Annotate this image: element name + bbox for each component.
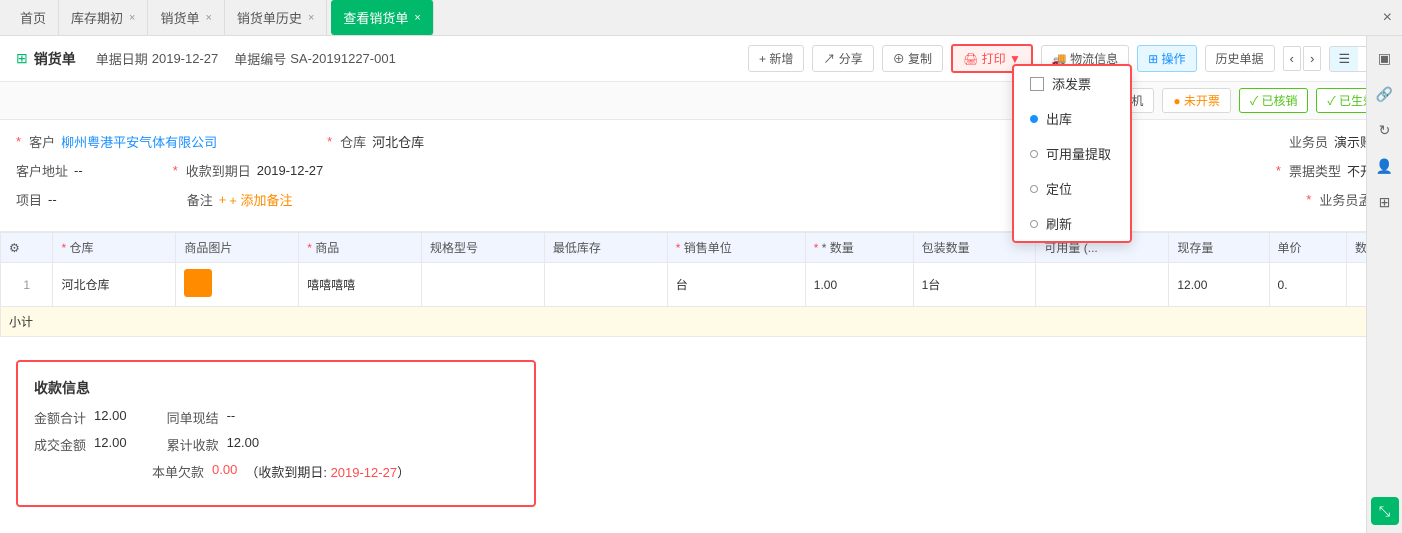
right-panel-icon-4[interactable]: 👤 bbox=[1371, 152, 1399, 180]
cell-spec bbox=[422, 263, 545, 307]
radio-selected-icon bbox=[1030, 115, 1038, 123]
col-warehouse: 仓库 bbox=[53, 233, 176, 263]
right-panel-icon-2[interactable]: 🔗 bbox=[1371, 80, 1399, 108]
payment-info-row-3: 本单欠款 0.00 （收款到期日: 2019-12-27） bbox=[34, 462, 518, 481]
col-unit-price: 单价 bbox=[1269, 233, 1347, 263]
table-header-row: ⚙ 仓库 商品图片 商品 规格型号 最低库存 销售单位 * 数量 包装数量 可用… bbox=[1, 233, 1402, 263]
payment-info-row-2: 成交金额 12.00 累计收款 12.00 bbox=[34, 435, 518, 454]
dropdown-warehouse-out[interactable]: 出库 bbox=[1014, 101, 1130, 136]
form-row-2: 客户地址 -- * 收款到期日 2019-12-27 * 票据类型 不开票 bbox=[16, 161, 1386, 180]
date-label: 单据日期 2019-12-27 bbox=[96, 49, 219, 68]
dropdown-available-extract[interactable]: 可用量提取 bbox=[1014, 136, 1130, 171]
doc-title: 销货单 bbox=[34, 49, 76, 69]
tab-view-sales[interactable]: 查看销货单 × bbox=[331, 0, 433, 35]
data-table: ⚙ 仓库 商品图片 商品 规格型号 最低库存 销售单位 * 数量 包装数量 可用… bbox=[0, 232, 1402, 337]
checkbox-icon bbox=[1030, 77, 1044, 91]
address-field: 客户地址 -- bbox=[16, 161, 83, 180]
right-panel-expand[interactable]: ⤡ bbox=[1371, 497, 1399, 525]
current-arrears-item: 本单欠款 0.00 （收款到期日: 2019-12-27） bbox=[152, 462, 410, 481]
tab-inventory-close[interactable]: × bbox=[129, 12, 135, 24]
doc-meta: 单据日期 2019-12-27 单据编号 SA-20191227-001 bbox=[96, 49, 748, 68]
document-container: ⊞ 销货单 单据日期 2019-12-27 单据编号 SA-20191227-0… bbox=[0, 36, 1402, 533]
col-min-stock: 最低库存 bbox=[544, 233, 667, 263]
cell-unit-price: 0. bbox=[1269, 263, 1347, 307]
already-sold-button[interactable]: ✓ 已核销 bbox=[1239, 88, 1309, 113]
col-unit: 销售单位 bbox=[667, 233, 805, 263]
tab-sales-history-close[interactable]: × bbox=[308, 12, 314, 24]
tab-sales-history[interactable]: 销货单历史 × bbox=[225, 0, 327, 35]
dropdown-add-invoice[interactable]: 添发票 bbox=[1014, 66, 1130, 101]
dropdown-refresh[interactable]: 刷新 bbox=[1014, 206, 1130, 241]
right-panel-icon-5[interactable]: ⊞ bbox=[1371, 188, 1399, 216]
operations-button[interactable]: ⊞ 操作 bbox=[1137, 45, 1196, 72]
cell-available bbox=[1036, 263, 1169, 307]
doc-icon: ⊞ bbox=[16, 50, 28, 67]
tab-view-sales-close[interactable]: × bbox=[414, 12, 420, 24]
right-panel-icon-1[interactable]: ▣ bbox=[1371, 44, 1399, 72]
customer-field: * 客户 柳州粤港平安气体有限公司 bbox=[16, 132, 217, 151]
cell-min-stock bbox=[544, 263, 667, 307]
table-wrapper: ⚙ 仓库 商品图片 商品 规格型号 最低库存 销售单位 * 数量 包装数量 可用… bbox=[0, 232, 1402, 352]
view-list-button[interactable]: ☰ bbox=[1330, 47, 1358, 71]
main-close-button[interactable]: × bbox=[1383, 9, 1392, 27]
tab-inventory[interactable]: 库存期初 × bbox=[59, 0, 148, 35]
cell-warehouse: 河北仓库 bbox=[53, 263, 176, 307]
cell-product: 嘻嘻嘻嘻 bbox=[299, 263, 422, 307]
subtotal-label: 小计 bbox=[1, 307, 1402, 337]
total-amount-item: 金额合计 12.00 bbox=[34, 408, 127, 427]
prev-button[interactable]: ‹ bbox=[1283, 46, 1301, 71]
note-field: 备注 + + 添加备注 bbox=[187, 190, 293, 209]
radio-icon-2 bbox=[1030, 185, 1038, 193]
payment-info-section: 收款信息 金额合计 12.00 同单现结 -- 成交金额 12.00 累计收款 … bbox=[16, 360, 536, 507]
form-row-1: * 客户 柳州粤港平安气体有限公司 * 仓库 河北仓库 业务员 演示账号 bbox=[16, 132, 1386, 151]
cell-current-stock: 12.00 bbox=[1169, 263, 1269, 307]
form-area: * 客户 柳州粤港平安气体有限公司 * 仓库 河北仓库 业务员 演示账号 客户地… bbox=[0, 120, 1402, 232]
share-button[interactable]: ↗ 分享 bbox=[812, 45, 873, 72]
tab-sales[interactable]: 销货单 × bbox=[148, 0, 224, 35]
dropdown-locate[interactable]: 定位 bbox=[1014, 171, 1130, 206]
col-settings: ⚙ bbox=[1, 233, 53, 263]
cell-quantity: 1.00 bbox=[805, 263, 913, 307]
payment-info-title: 收款信息 bbox=[34, 378, 518, 398]
form-row-3: 项目 -- 备注 + + 添加备注 * 业务员孟 -- bbox=[16, 190, 1386, 209]
subtotal-row: 小计 bbox=[1, 307, 1402, 337]
col-image: 商品图片 bbox=[176, 233, 299, 263]
not-open-ticket-button[interactable]: ● 未开票 bbox=[1162, 88, 1231, 113]
right-panel: ▣ 🔗 ↻ 👤 ⊞ ⤡ bbox=[1366, 36, 1402, 533]
operations-dropdown: 添发票 出库 可用量提取 定位 刷新 bbox=[1012, 64, 1132, 243]
doc-header: ⊞ 销货单 单据日期 2019-12-27 单据编号 SA-20191227-0… bbox=[0, 36, 1402, 82]
tab-home[interactable]: 首页 bbox=[8, 0, 59, 35]
transaction-amount-item: 成交金额 12.00 bbox=[34, 435, 127, 454]
table-row: 1 河北仓库 嘻嘻嘻嘻 台 1.00 1台 12.00 0. bbox=[1, 263, 1402, 307]
project-field: 项目 -- bbox=[16, 190, 57, 209]
second-toolbar: □ 来自手机 ● 未开票 ✓ 已核销 ✓ 已生效 bbox=[0, 82, 1402, 120]
number-label: 单据编号 SA-20191227-001 bbox=[234, 49, 396, 68]
col-current-stock: 现存量 bbox=[1169, 233, 1269, 263]
warehouse-field: * 仓库 河北仓库 bbox=[327, 132, 424, 151]
cell-unit: 台 bbox=[667, 263, 805, 307]
next-button[interactable]: › bbox=[1303, 46, 1321, 71]
cell-settings: 1 bbox=[1, 263, 53, 307]
cell-package-qty: 1台 bbox=[913, 263, 1036, 307]
col-quantity: * 数量 bbox=[805, 233, 913, 263]
same-order-settlement-item: 同单现结 -- bbox=[167, 408, 236, 427]
product-image bbox=[184, 269, 212, 297]
copy-button[interactable]: ⊕ 复制 bbox=[882, 45, 943, 72]
cumulative-payment-item: 累计收款 12.00 bbox=[167, 435, 260, 454]
col-product: 商品 bbox=[299, 233, 422, 263]
payment-info-row-1: 金额合计 12.00 同单现结 -- bbox=[34, 408, 518, 427]
new-button[interactable]: + 新增 bbox=[748, 45, 804, 72]
tab-sales-close[interactable]: × bbox=[205, 12, 211, 24]
radio-icon bbox=[1030, 150, 1038, 158]
nav-arrows: ‹ › bbox=[1283, 46, 1322, 71]
tab-bar: 首页 库存期初 × 销货单 × 销货单历史 × 查看销货单 × × bbox=[0, 0, 1402, 36]
right-panel-icon-3[interactable]: ↻ bbox=[1371, 116, 1399, 144]
radio-icon-3 bbox=[1030, 220, 1038, 228]
cell-image bbox=[176, 263, 299, 307]
col-spec: 规格型号 bbox=[422, 233, 545, 263]
history-button[interactable]: 历史单据 bbox=[1205, 45, 1275, 72]
payment-date-field: * 收款到期日 2019-12-27 bbox=[173, 161, 324, 180]
add-note-button[interactable]: + + 添加备注 bbox=[219, 190, 293, 209]
